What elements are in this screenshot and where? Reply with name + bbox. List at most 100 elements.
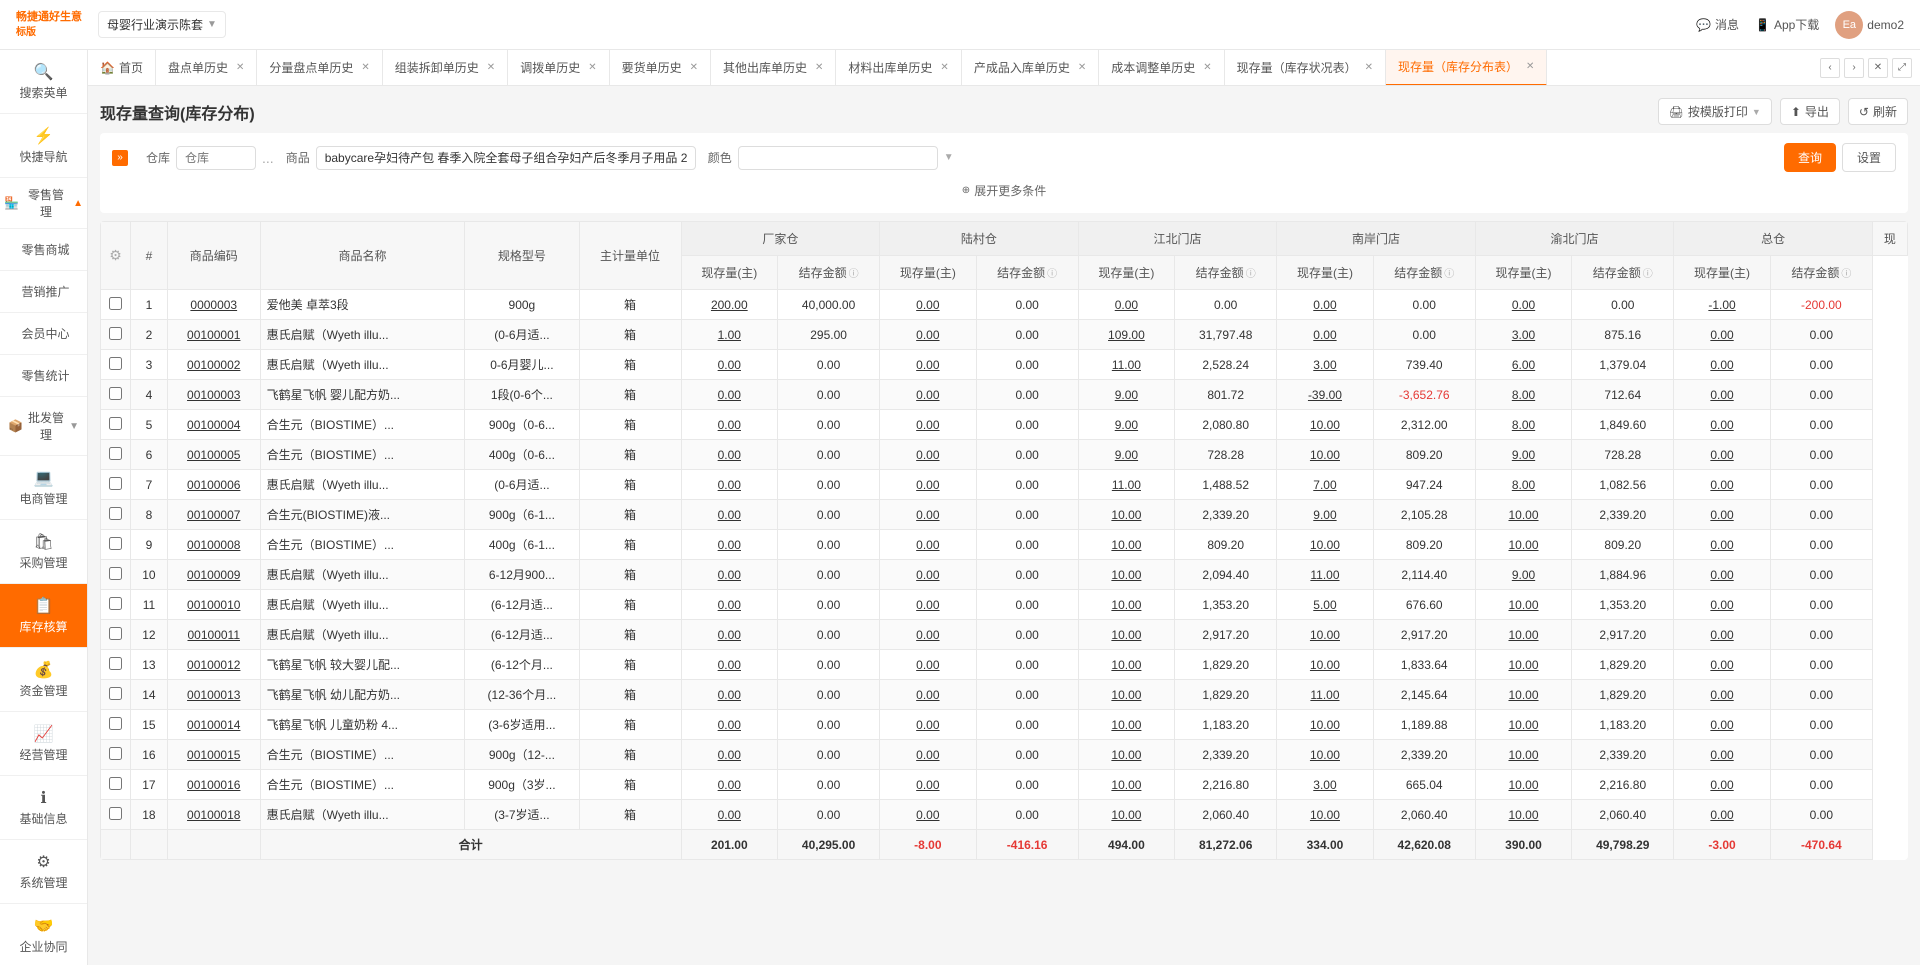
row-c5-qty-14[interactable]: 10.00 bbox=[1475, 710, 1571, 740]
row-c2-qty-0[interactable]: 0.00 bbox=[880, 290, 976, 320]
info-icon-4[interactable]: ⓘ bbox=[1444, 269, 1454, 280]
tab-material-out[interactable]: 材料出库单历史 ✕ bbox=[836, 50, 961, 86]
sidebar-item-stats[interactable]: 零售统计 bbox=[0, 355, 87, 397]
row-c3-qty-13[interactable]: 10.00 bbox=[1078, 680, 1174, 710]
row-c4-qty-8[interactable]: 10.00 bbox=[1277, 530, 1373, 560]
row-c1-qty-12[interactable]: 0.00 bbox=[681, 650, 777, 680]
row-c3-qty-3[interactable]: 9.00 bbox=[1078, 380, 1174, 410]
row-c2-qty-15[interactable]: 0.00 bbox=[880, 740, 976, 770]
sidebar-item-search[interactable]: 🔍 搜索英单 bbox=[0, 50, 87, 114]
row-c2-qty-14[interactable]: 0.00 bbox=[880, 710, 976, 740]
row-c4-qty-14[interactable]: 10.00 bbox=[1277, 710, 1373, 740]
row-c2-qty-6[interactable]: 0.00 bbox=[880, 470, 976, 500]
info-icon-3[interactable]: ⓘ bbox=[1246, 269, 1256, 280]
tab-other-out[interactable]: 其他出库单历史 ✕ bbox=[711, 50, 836, 86]
row-c4-qty-13[interactable]: 11.00 bbox=[1277, 680, 1373, 710]
row-c3-qty-2[interactable]: 11.00 bbox=[1078, 350, 1174, 380]
tab-prev-button[interactable]: ‹ bbox=[1820, 58, 1840, 78]
row-checkbox-8[interactable] bbox=[101, 530, 131, 560]
row-c1-qty-16[interactable]: 0.00 bbox=[681, 770, 777, 800]
row-c5-qty-9[interactable]: 9.00 bbox=[1475, 560, 1571, 590]
sidebar-item-inventory[interactable]: 📋 库存核算 bbox=[0, 584, 87, 648]
row-c5-qty-15[interactable]: 10.00 bbox=[1475, 740, 1571, 770]
tab-close-stock-dist[interactable]: ✕ bbox=[1526, 61, 1534, 72]
gear-icon[interactable]: ⚙ bbox=[109, 247, 122, 263]
goods-input[interactable] bbox=[316, 146, 696, 170]
sidebar-item-basics[interactable]: ℹ 基础信息 bbox=[0, 776, 87, 840]
tab-transfer[interactable]: 调拨单历史 ✕ bbox=[508, 50, 609, 86]
tab-product-in[interactable]: 产成品入库单历史 ✕ bbox=[962, 50, 1099, 86]
row-c4-qty-5[interactable]: 10.00 bbox=[1277, 440, 1373, 470]
tab-home[interactable]: 🏠 首页 bbox=[88, 50, 156, 86]
row-c5-qty-8[interactable]: 10.00 bbox=[1475, 530, 1571, 560]
row-t-qty-15[interactable]: 0.00 bbox=[1674, 740, 1770, 770]
row-t-qty-10[interactable]: 0.00 bbox=[1674, 590, 1770, 620]
col-gear[interactable]: ⚙ bbox=[101, 222, 131, 290]
message-button[interactable]: 💬 消息 bbox=[1696, 16, 1739, 33]
info-icon-5[interactable]: ⓘ bbox=[1643, 269, 1653, 280]
row-c4-qty-9[interactable]: 11.00 bbox=[1277, 560, 1373, 590]
row-code-8[interactable]: 00100008 bbox=[167, 530, 260, 560]
row-c4-qty-11[interactable]: 10.00 bbox=[1277, 620, 1373, 650]
row-c4-qty-2[interactable]: 3.00 bbox=[1277, 350, 1373, 380]
expand-conditions-button[interactable]: ⊕ 展开更多条件 bbox=[958, 178, 1050, 203]
row-code-1[interactable]: 00100001 bbox=[167, 320, 260, 350]
tab-cost-adjust[interactable]: 成本调整单历史 ✕ bbox=[1099, 50, 1224, 86]
row-t-qty-14[interactable]: 0.00 bbox=[1674, 710, 1770, 740]
row-c2-qty-17[interactable]: 0.00 bbox=[880, 800, 976, 830]
row-code-11[interactable]: 00100011 bbox=[167, 620, 260, 650]
row-c1-qty-14[interactable]: 0.00 bbox=[681, 710, 777, 740]
row-c5-qty-0[interactable]: 0.00 bbox=[1475, 290, 1571, 320]
row-c2-qty-2[interactable]: 0.00 bbox=[880, 350, 976, 380]
row-c2-qty-16[interactable]: 0.00 bbox=[880, 770, 976, 800]
row-t-qty-7[interactable]: 0.00 bbox=[1674, 500, 1770, 530]
row-t-qty-17[interactable]: 0.00 bbox=[1674, 800, 1770, 830]
tab-close-transfer[interactable]: ✕ bbox=[588, 62, 596, 73]
filter-expand-arrow[interactable]: » bbox=[112, 150, 128, 166]
row-c3-qty-5[interactable]: 9.00 bbox=[1078, 440, 1174, 470]
row-checkbox-10[interactable] bbox=[101, 590, 131, 620]
row-code-5[interactable]: 00100005 bbox=[167, 440, 260, 470]
row-c2-qty-8[interactable]: 0.00 bbox=[880, 530, 976, 560]
tab-close-button[interactable]: ✕ bbox=[1868, 58, 1888, 78]
row-c5-qty-12[interactable]: 10.00 bbox=[1475, 650, 1571, 680]
row-checkbox-2[interactable] bbox=[101, 350, 131, 380]
user-menu[interactable]: Ea demo2 bbox=[1835, 11, 1904, 39]
row-c3-qty-15[interactable]: 10.00 bbox=[1078, 740, 1174, 770]
row-t-qty-4[interactable]: 0.00 bbox=[1674, 410, 1770, 440]
row-c1-qty-11[interactable]: 0.00 bbox=[681, 620, 777, 650]
row-c3-qty-12[interactable]: 10.00 bbox=[1078, 650, 1174, 680]
tab-close-cost-adjust[interactable]: ✕ bbox=[1203, 62, 1211, 73]
row-c5-qty-3[interactable]: 8.00 bbox=[1475, 380, 1571, 410]
row-code-12[interactable]: 00100012 bbox=[167, 650, 260, 680]
row-c3-qty-4[interactable]: 9.00 bbox=[1078, 410, 1174, 440]
tab-fullscreen-button[interactable]: ⤢ bbox=[1892, 58, 1912, 78]
tab-stock-dist[interactable]: 现存量（库存分布表） ✕ bbox=[1386, 50, 1547, 86]
row-code-14[interactable]: 00100014 bbox=[167, 710, 260, 740]
print-button[interactable]: 🖨 按模版打印 ▼ bbox=[1658, 98, 1772, 125]
tab-inventory-check[interactable]: 盘点单历史 ✕ bbox=[156, 50, 257, 86]
row-c4-qty-12[interactable]: 10.00 bbox=[1277, 650, 1373, 680]
sidebar-item-system[interactable]: ⚙ 系统管理 bbox=[0, 840, 87, 904]
row-c5-qty-5[interactable]: 9.00 bbox=[1475, 440, 1571, 470]
row-c5-qty-7[interactable]: 10.00 bbox=[1475, 500, 1571, 530]
tab-close-material-out[interactable]: ✕ bbox=[940, 62, 948, 73]
row-c5-qty-11[interactable]: 10.00 bbox=[1475, 620, 1571, 650]
row-checkbox-4[interactable] bbox=[101, 410, 131, 440]
row-t-qty-2[interactable]: 0.00 bbox=[1674, 350, 1770, 380]
sidebar-item-purchase[interactable]: 🛍 采购管理 bbox=[0, 520, 87, 584]
row-c3-qty-14[interactable]: 10.00 bbox=[1078, 710, 1174, 740]
company-dropdown[interactable]: 母婴行业演示陈套 ▼ bbox=[98, 11, 226, 38]
row-c3-qty-9[interactable]: 10.00 bbox=[1078, 560, 1174, 590]
row-code-13[interactable]: 00100013 bbox=[167, 680, 260, 710]
row-c3-qty-11[interactable]: 10.00 bbox=[1078, 620, 1174, 650]
sidebar-item-mall[interactable]: 零售商城 bbox=[0, 229, 87, 271]
row-c3-qty-0[interactable]: 0.00 bbox=[1078, 290, 1174, 320]
color-input[interactable] bbox=[738, 146, 938, 170]
sidebar-item-marketing[interactable]: 营销推广 bbox=[0, 271, 87, 313]
row-t-qty-11[interactable]: 0.00 bbox=[1674, 620, 1770, 650]
row-c1-qty-2[interactable]: 0.00 bbox=[681, 350, 777, 380]
row-code-15[interactable]: 00100015 bbox=[167, 740, 260, 770]
row-c2-qty-13[interactable]: 0.00 bbox=[880, 680, 976, 710]
row-c2-qty-1[interactable]: 0.00 bbox=[880, 320, 976, 350]
